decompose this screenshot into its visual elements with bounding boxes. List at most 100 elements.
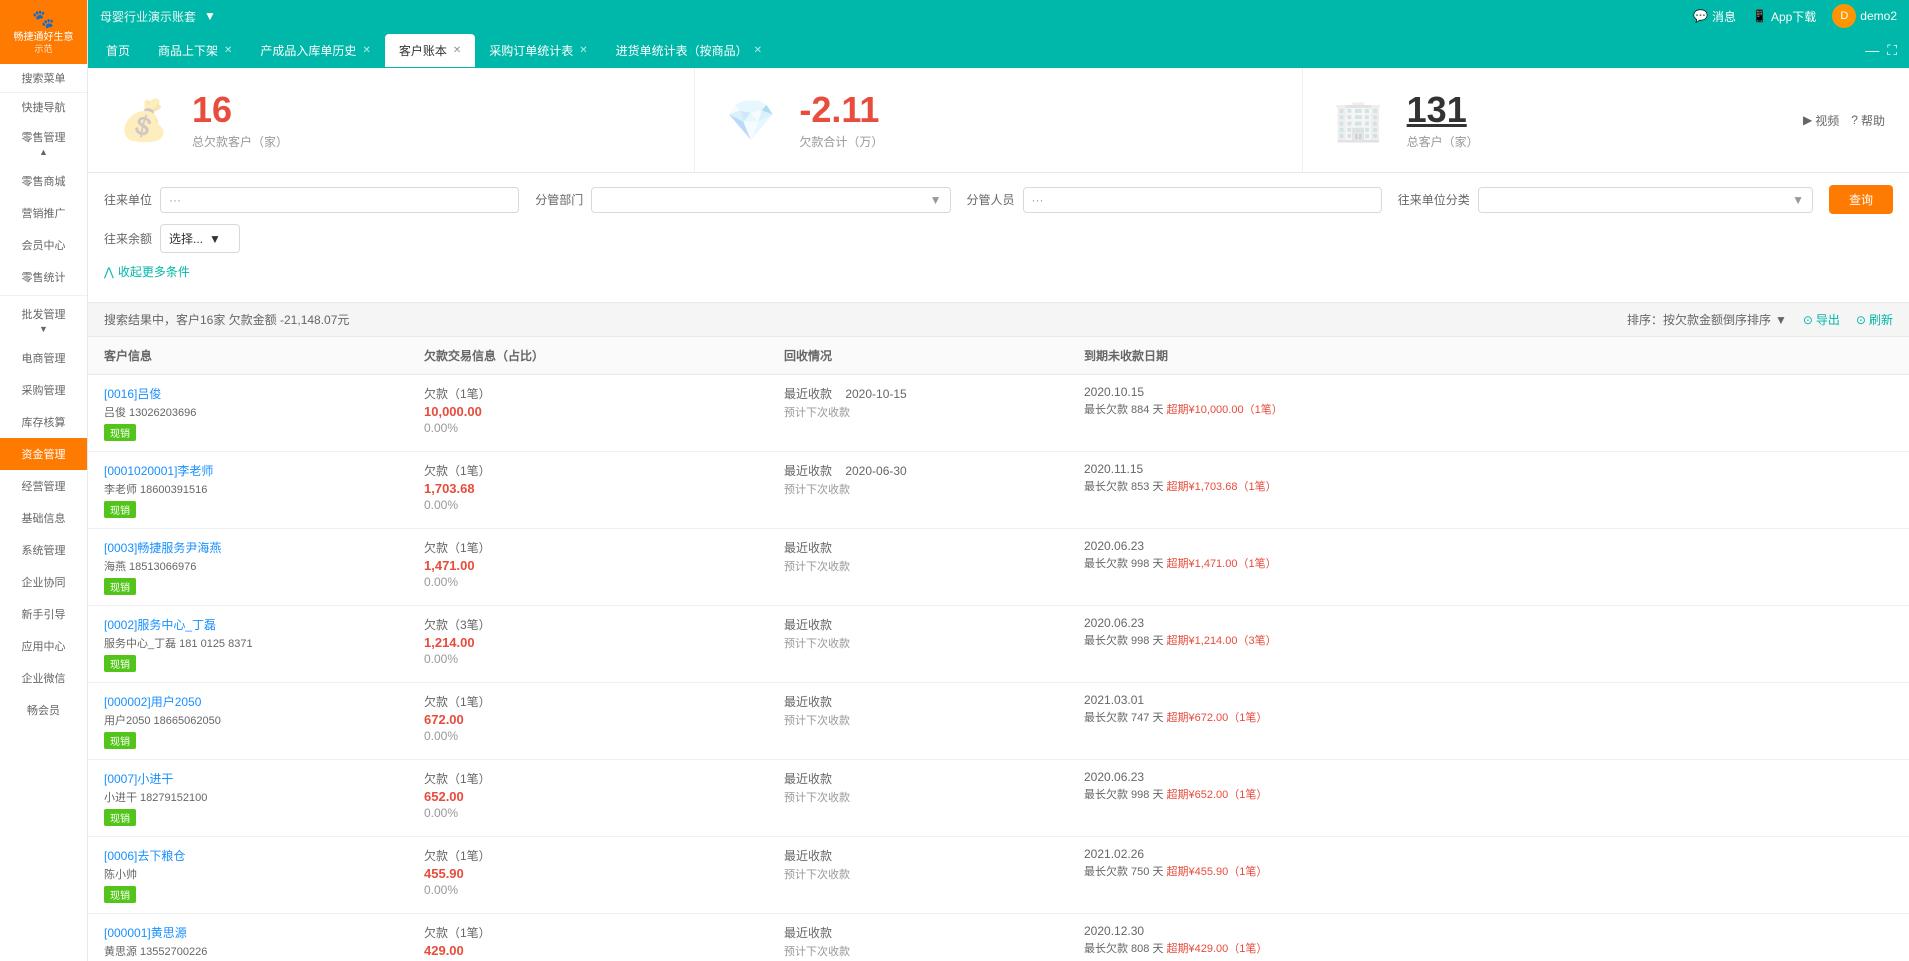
customer-name-link[interactable]: [0003]畅捷服务尹海燕	[104, 539, 424, 556]
refresh-button[interactable]: ⊙ 刷新	[1856, 311, 1893, 328]
recovery-cell: 最近收款 预计下次收款	[784, 924, 1084, 959]
dropdown-arrow-icon: ▼	[930, 193, 942, 207]
sidebar-item-guide[interactable]: 新手引导	[0, 598, 87, 630]
sidebar-item-label: 零售管理	[22, 129, 66, 145]
debtors-number: 16	[192, 90, 288, 130]
chevron-down-icon: ▲	[39, 147, 48, 157]
tab-product-shelf[interactable]: 商品上下架 ✕	[144, 34, 246, 67]
sort-button[interactable]: 排序：按欠款金额倒序排序 ▼	[1627, 311, 1787, 328]
sidebar-item-apps[interactable]: 应用中心	[0, 630, 87, 662]
customer-name-link[interactable]: [000002]用户2050	[104, 693, 424, 710]
dropdown-icon[interactable]: ▼	[204, 9, 216, 23]
col-customer-info: 客户信息	[104, 347, 424, 364]
overdue-link[interactable]: 超期¥672.00（1笔）	[1167, 712, 1268, 724]
customer-name-link[interactable]: [000001]黄思源	[104, 924, 424, 941]
customer-tag: 现销	[104, 732, 136, 749]
video-btn[interactable]: ▶ 视频	[1803, 112, 1839, 129]
manager-input[interactable]: ···	[1023, 187, 1382, 213]
recovery-cell: 最近收款 预计下次收款	[784, 539, 1084, 574]
sidebar-item-wholesale-mgmt[interactable]: 批发管理 ▼	[0, 298, 87, 342]
dropdown-arrow-icon: ▼	[209, 232, 221, 246]
table-row: [0001020001]李老师 李老师 18600391516 现销 欠款（1笔…	[88, 452, 1909, 529]
recovery-cell: 最近收款 预计下次收款	[784, 770, 1084, 805]
sidebar-item-basic-info[interactable]: 基础信息	[0, 502, 87, 534]
due-date-cell: 2020.06.23 最长欠款 998 天 超期¥1,471.00（1笔）	[1084, 539, 1893, 571]
customer-tag: 现销	[104, 578, 136, 595]
logo-subtitle: 示范	[4, 44, 83, 56]
sidebar-item-retail-mgmt[interactable]: 零售管理 ▲	[0, 121, 87, 165]
customer-name-link[interactable]: [0001020001]李老师	[104, 462, 424, 479]
tab-home[interactable]: 首页	[92, 34, 144, 67]
debt-total-label: 欠款合计（万）	[799, 133, 883, 150]
user-menu[interactable]: D demo2	[1832, 4, 1897, 28]
tab-goods-stats[interactable]: 进货单统计表（按商品） ✕	[602, 34, 776, 67]
sidebar-item-corp-collab[interactable]: 企业协同	[0, 566, 87, 598]
overdue-link[interactable]: 超期¥455.90（1笔）	[1167, 866, 1268, 878]
stat-info-debt: -2.11 欠款合计（万）	[799, 90, 883, 151]
customer-name-link[interactable]: [0006]去下粮仓	[104, 847, 424, 864]
app-download-btn[interactable]: 📱 App下载	[1752, 8, 1816, 25]
sidebar-item-member[interactable]: 会员中心	[0, 229, 87, 261]
sidebar-item-member2[interactable]: 畅会员	[0, 694, 87, 726]
recovery-cell: 最近收款 预计下次收款	[784, 693, 1084, 728]
counterparty-input[interactable]: ···	[160, 187, 519, 213]
quick-nav[interactable]: 快捷导航	[0, 93, 87, 121]
customer-tag: 现销	[104, 655, 136, 672]
customer-cell: [0006]去下粮仓 陈小帅 现销	[104, 847, 424, 903]
tab-maximize-icon[interactable]: ⛶	[1887, 42, 1897, 59]
industry-label: 母婴行业演示账套	[100, 8, 196, 25]
overdue-link[interactable]: 超期¥10,000.00（1笔）	[1167, 404, 1283, 416]
sidebar-item-retail-stats[interactable]: 零售统计	[0, 261, 87, 293]
search-menu[interactable]: 搜索菜单	[0, 64, 87, 93]
overdue-link[interactable]: 超期¥1,471.00（1笔）	[1167, 558, 1277, 570]
collapse-button[interactable]: ⋀ 收起更多条件	[104, 259, 1893, 284]
customer-cell: [0001020001]李老师 李老师 18600391516 现销	[104, 462, 424, 518]
tab-minimize-icon[interactable]: —	[1865, 42, 1879, 59]
tab-purchase-stats[interactable]: 采购订单统计表 ✕	[475, 34, 601, 67]
video-icon: ▶	[1803, 113, 1812, 127]
department-label: 分管部门	[535, 191, 583, 208]
overdue-link[interactable]: 超期¥1,703.68（1笔）	[1167, 481, 1277, 493]
customer-name-link[interactable]: [0007]小进干	[104, 770, 424, 787]
sidebar-item-wechat[interactable]: 企业微信	[0, 662, 87, 694]
sidebar-item-system[interactable]: 系统管理	[0, 534, 87, 566]
tab-close-icon[interactable]: ✕	[224, 45, 232, 56]
tab-close-icon[interactable]: ✕	[579, 45, 587, 56]
tab-close-icon[interactable]: ✕	[362, 45, 370, 56]
overdue-link[interactable]: 超期¥652.00（1笔）	[1167, 789, 1268, 801]
table-row: [0016]吕俊 吕俊 13026203696 现销 欠款（1笔） 10,000…	[88, 375, 1909, 452]
sidebar-item-inventory[interactable]: 库存核算	[0, 406, 87, 438]
customer-phone: 用户2050 18665062050	[104, 712, 424, 728]
customer-name-link[interactable]: [0002]服务中心_丁磊	[104, 616, 424, 633]
sidebar-item-operations[interactable]: 经营管理	[0, 470, 87, 502]
main-area: 母婴行业演示账套 ▼ 💬 消息 📱 App下载 D demo2 首页 商品上下架…	[88, 0, 1909, 961]
message-icon: 💬	[1693, 9, 1708, 23]
category-label: 往来单位分类	[1398, 191, 1470, 208]
table-row: [0002]服务中心_丁磊 服务中心_丁磊 181 0125 8371 现销 欠…	[88, 606, 1909, 683]
tab-close-icon[interactable]: ✕	[453, 45, 461, 56]
help-btn[interactable]: ? 帮助	[1851, 112, 1885, 129]
sidebar-item-ecommerce[interactable]: 电商管理	[0, 342, 87, 374]
due-date-cell: 2020.12.30 最长欠款 808 天 超期¥429.00（1笔）	[1084, 924, 1893, 956]
overdue-link[interactable]: 超期¥429.00（1笔）	[1167, 943, 1268, 955]
filter-department: 分管部门 ▼	[535, 187, 950, 213]
recovery-cell: 最近收款 预计下次收款	[784, 847, 1084, 882]
sidebar-item-purchase[interactable]: 采购管理	[0, 374, 87, 406]
customer-tag: 现销	[104, 501, 136, 518]
debt-cell: 欠款（1笔） 1,703.68 0.00%	[424, 462, 784, 512]
export-button[interactable]: ⊙ 导出	[1803, 311, 1840, 328]
department-input[interactable]: ▼	[591, 187, 950, 213]
tab-product-history[interactable]: 产成品入库单历史 ✕	[246, 34, 384, 67]
tab-close-icon[interactable]: ✕	[754, 45, 762, 56]
tab-customer-ledger[interactable]: 客户账本 ✕	[385, 34, 475, 67]
sidebar-item-finance[interactable]: 资金管理	[0, 438, 87, 470]
overdue-link[interactable]: 超期¥1,214.00（3笔）	[1167, 635, 1277, 647]
logo-icon: 🐾	[4, 8, 83, 31]
sidebar-item-retail-mall[interactable]: 零售商城	[0, 165, 87, 197]
category-input[interactable]: ▼	[1478, 187, 1813, 213]
customer-name-link[interactable]: [0016]吕俊	[104, 385, 424, 402]
balance-select[interactable]: 选择... ▼	[160, 224, 240, 253]
message-btn[interactable]: 💬 消息	[1693, 8, 1736, 25]
sidebar-item-marketing[interactable]: 营销推广	[0, 197, 87, 229]
search-button[interactable]: 查询	[1829, 185, 1893, 214]
